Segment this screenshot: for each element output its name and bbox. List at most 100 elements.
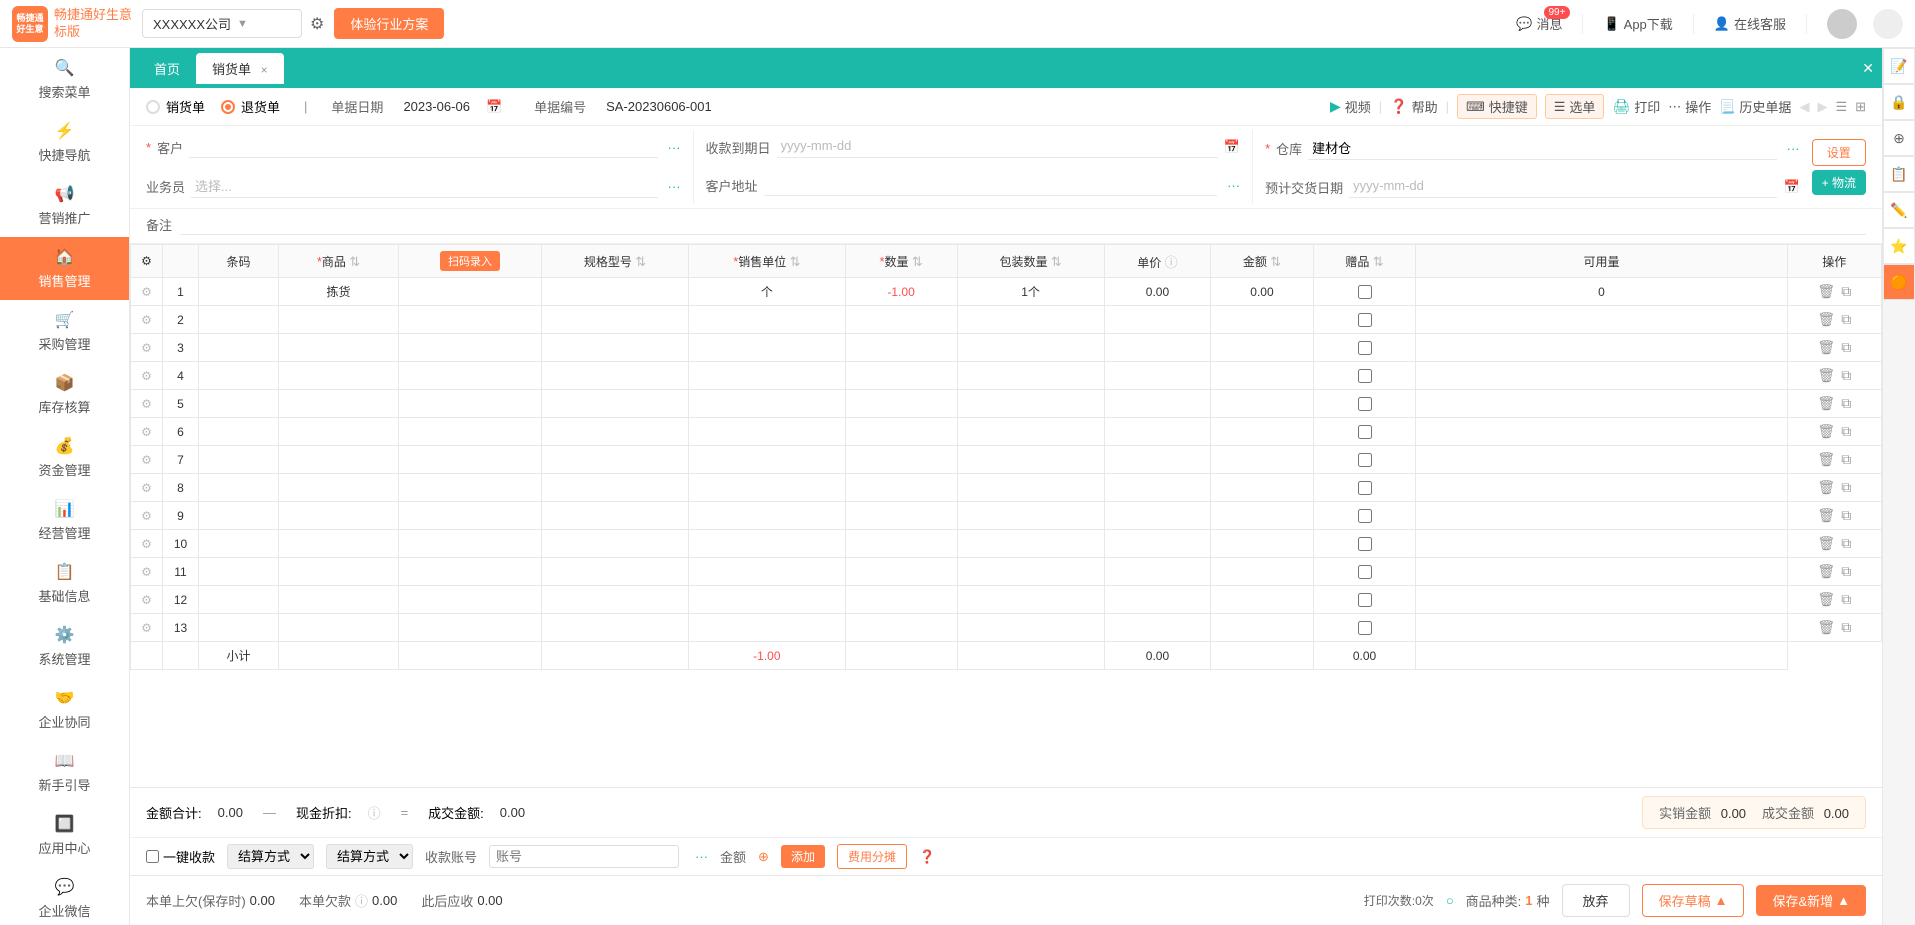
row-product[interactable]: [279, 558, 399, 586]
tab-close-icon[interactable]: ×: [261, 63, 268, 77]
receipt-date-input[interactable]: yyyy-mm-dd: [777, 136, 1218, 158]
row-gear[interactable]: ⚙: [131, 306, 163, 334]
row-gift[interactable]: [1313, 418, 1416, 446]
row-unit[interactable]: [689, 474, 846, 502]
sidebar-item-system[interactable]: ⚙️ 系统管理: [0, 615, 129, 678]
logistics-button[interactable]: + 物流: [1812, 170, 1866, 195]
company-selector[interactable]: XXXXXX公司 ▼: [142, 9, 302, 38]
row-product[interactable]: [279, 390, 399, 418]
sidebar-item-enterprise[interactable]: 🤝 企业协同: [0, 678, 129, 741]
copy-icon[interactable]: ⧉: [1841, 283, 1851, 300]
save-new-chevron[interactable]: ▲: [1837, 893, 1850, 908]
tab-bar-close-icon[interactable]: ✕: [1862, 60, 1874, 77]
row-unit-price[interactable]: [1104, 306, 1210, 334]
row-product[interactable]: [279, 530, 399, 558]
row-barcode[interactable]: [199, 558, 279, 586]
sidebar-item-search[interactable]: 🔍 搜索菜单: [0, 48, 129, 111]
bank-account-input[interactable]: [489, 845, 679, 868]
sidebar-item-inventory[interactable]: 📦 库存核算: [0, 363, 129, 426]
row-unit[interactable]: 个: [689, 278, 846, 306]
row-spec[interactable]: [541, 418, 688, 446]
row-qty[interactable]: -1.00: [845, 278, 957, 306]
row-spec[interactable]: [541, 502, 688, 530]
row-unit-price[interactable]: [1104, 390, 1210, 418]
row-unit[interactable]: [689, 614, 846, 642]
row-unit[interactable]: [689, 558, 846, 586]
right-float-lock[interactable]: 🔒: [1883, 84, 1915, 120]
row-pack-qty[interactable]: 1个: [957, 278, 1104, 306]
salesperson-dots-icon[interactable]: ···: [668, 179, 681, 194]
right-float-orange[interactable]: 🟠: [1883, 264, 1915, 300]
copy-icon[interactable]: ⧉: [1841, 367, 1851, 384]
row-gift[interactable]: [1313, 390, 1416, 418]
row-product[interactable]: [279, 306, 399, 334]
row-qty[interactable]: [845, 530, 957, 558]
payment-help-icon[interactable]: ❓: [919, 849, 935, 865]
row-qty[interactable]: [845, 586, 957, 614]
row-spec[interactable]: [541, 306, 688, 334]
app-download-btn[interactable]: 📱 App下载: [1603, 14, 1672, 33]
row-amount[interactable]: [1211, 390, 1314, 418]
sidebar-item-purchase[interactable]: 🛒 采购管理: [0, 300, 129, 363]
copy-icon[interactable]: ⧉: [1841, 395, 1851, 412]
row-pack-qty[interactable]: [957, 362, 1104, 390]
tab-sales-order[interactable]: 销货单 ×: [196, 53, 284, 84]
row-gear[interactable]: ⚙: [131, 614, 163, 642]
row-unit-price[interactable]: [1104, 614, 1210, 642]
row-qty[interactable]: [845, 558, 957, 586]
row-pack-qty[interactable]: [957, 502, 1104, 530]
row-spec[interactable]: [541, 558, 688, 586]
bank-dots-icon[interactable]: ···: [695, 849, 708, 864]
address-dots-icon[interactable]: ···: [1227, 178, 1240, 193]
row-product[interactable]: [279, 614, 399, 642]
date-picker-icon[interactable]: 📅: [486, 99, 502, 115]
row-unit[interactable]: [689, 446, 846, 474]
row-product[interactable]: [279, 418, 399, 446]
row-gift[interactable]: [1313, 586, 1416, 614]
row-pack-qty[interactable]: [957, 586, 1104, 614]
copy-icon[interactable]: ⧉: [1841, 423, 1851, 440]
right-float-copy[interactable]: 📋: [1883, 156, 1915, 192]
row-barcode[interactable]: [199, 502, 279, 530]
row-amount[interactable]: [1211, 334, 1314, 362]
row-gear[interactable]: ⚙: [131, 502, 163, 530]
messages-btn[interactable]: 💬 消息 99+: [1516, 14, 1562, 33]
delete-icon[interactable]: 🗑: [1817, 283, 1835, 300]
row-qty[interactable]: [845, 418, 957, 446]
online-service-btn[interactable]: 👤 在线客服: [1714, 14, 1786, 33]
row-pack-qty[interactable]: [957, 446, 1104, 474]
row-spec[interactable]: [541, 446, 688, 474]
sidebar-item-marketing[interactable]: 📢 营销推广: [0, 174, 129, 237]
delete-icon[interactable]: 🗑: [1817, 591, 1835, 608]
row-qty[interactable]: [845, 614, 957, 642]
th-gear[interactable]: ⚙: [131, 245, 163, 278]
shortcut-btn[interactable]: ⌨ 快捷键: [1457, 94, 1537, 119]
row-gear[interactable]: ⚙: [131, 558, 163, 586]
row-unit-price[interactable]: [1104, 530, 1210, 558]
amount-sort-icon[interactable]: ⇅: [1270, 254, 1281, 269]
pack-sort-icon[interactable]: ⇅: [1051, 254, 1062, 269]
row-gear[interactable]: ⚙: [131, 390, 163, 418]
save-draft-chevron[interactable]: ▲: [1715, 893, 1728, 908]
row-amount[interactable]: 0.00: [1211, 278, 1314, 306]
row-unit-price[interactable]: [1104, 502, 1210, 530]
row-unit-price[interactable]: [1104, 558, 1210, 586]
row-amount[interactable]: [1211, 446, 1314, 474]
row-pack-qty[interactable]: [957, 614, 1104, 642]
row-product[interactable]: [279, 474, 399, 502]
row-spec[interactable]: [541, 362, 688, 390]
row-unit-price[interactable]: [1104, 474, 1210, 502]
row-barcode[interactable]: [199, 418, 279, 446]
settings-icon[interactable]: ⚙: [310, 14, 324, 34]
avatar[interactable]: [1827, 9, 1857, 39]
row-spec[interactable]: [541, 586, 688, 614]
delete-icon[interactable]: 🗑: [1817, 423, 1835, 440]
row-unit-price[interactable]: 0.00: [1104, 278, 1210, 306]
experience-btn[interactable]: 体验行业方案: [334, 8, 444, 39]
spec-sort-icon[interactable]: ⇅: [635, 254, 646, 269]
save-new-btn[interactable]: 保存&新增 ▲: [1756, 885, 1866, 916]
row-spec[interactable]: [541, 530, 688, 558]
row-barcode[interactable]: [199, 530, 279, 558]
row-gear[interactable]: ⚙: [131, 362, 163, 390]
warehouse-dots-icon[interactable]: ···: [1787, 141, 1800, 156]
